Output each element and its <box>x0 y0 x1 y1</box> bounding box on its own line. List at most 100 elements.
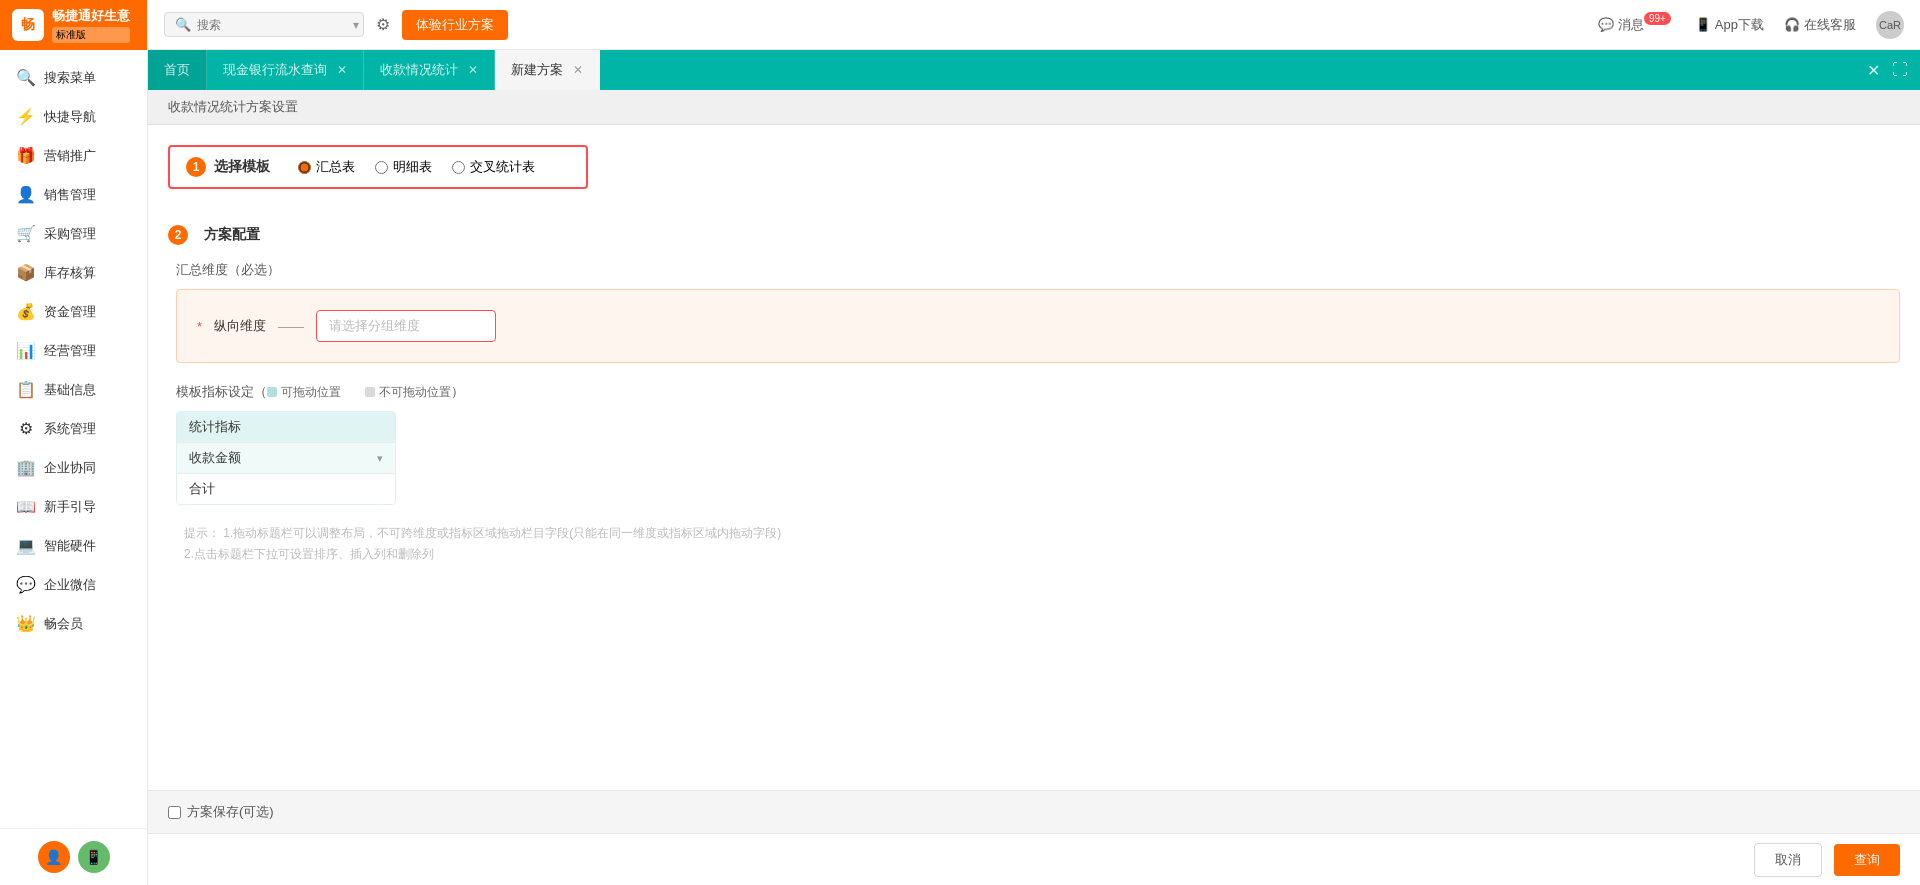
tab-collection-stats-close[interactable]: ✕ <box>468 63 478 77</box>
gear-icon[interactable]: ⚙ <box>376 15 390 34</box>
messages-btn[interactable]: 💬 消息 99+ <box>1598 16 1675 34</box>
search-icon: 🔍 <box>175 17 191 32</box>
section2: 2 方案配置 汇总维度（必选） * 纵向维度 —— 请选择分组维度 <box>168 225 1900 563</box>
section1-title: 选择模板 <box>214 158 270 176</box>
sidebar: 畅 畅捷通好生意 标准版 🔍 搜索菜单 ⚡ 快捷导航 🎁 营销推广 👤 销售管理… <box>0 0 148 885</box>
topbar-search-box[interactable]: 🔍 ▾ <box>164 12 364 37</box>
smart-hw-icon: 💻 <box>16 536 36 555</box>
radio-cross[interactable]: 交叉统计表 <box>452 158 535 176</box>
sidebar-bottom-icon1[interactable]: 👤 <box>38 841 70 873</box>
tab-maximize-icon[interactable]: ⛶ <box>1892 61 1908 79</box>
template-options: 汇总表 明细表 交叉统计表 <box>298 158 535 176</box>
metrics-row-collection[interactable]: 收款金额 ▾ <box>177 442 395 473</box>
content-area: 收款情况统计方案设置 1 选择模板 汇总表 明细表 <box>148 90 1920 833</box>
save-checkbox[interactable] <box>168 806 181 819</box>
save-checkbox-label[interactable]: 方案保存(可选) <box>168 803 274 821</box>
finance-icon: 💰 <box>16 302 36 321</box>
sidebar-bottom-icon2[interactable]: 📱 <box>78 841 110 873</box>
radio-summary[interactable]: 汇总表 <box>298 158 355 176</box>
radio-detail-label: 明细表 <box>393 158 432 176</box>
sidebar-item-label: 销售管理 <box>44 186 96 204</box>
tabs-bar: 首页 现金银行流水查询 ✕ 收款情况统计 ✕ 新建方案 ✕ ✕ ⛶ <box>148 50 1920 90</box>
sidebar-item-sales[interactable]: 👤 销售管理 <box>0 175 147 214</box>
save-label: 方案保存(可选) <box>187 803 274 821</box>
sidebar-item-enterprise[interactable]: 🏢 企业协同 <box>0 448 147 487</box>
sidebar-item-purchase[interactable]: 🛒 采购管理 <box>0 214 147 253</box>
sidebar-item-label: 快捷导航 <box>44 108 96 126</box>
sidebar-item-marketing[interactable]: 🎁 营销推广 <box>0 136 147 175</box>
sidebar-item-quick-nav[interactable]: ⚡ 快捷导航 <box>0 97 147 136</box>
sidebar-item-wechat[interactable]: 💬 企业微信 <box>0 565 147 604</box>
sidebar-item-label: 畅会员 <box>44 615 83 633</box>
sidebar-item-label: 新手引导 <box>44 498 96 516</box>
bottom-actions: 取消 查询 <box>148 833 1920 885</box>
sidebar-item-label: 经营管理 <box>44 342 96 360</box>
tab-bank-flow-label: 现金银行流水查询 <box>223 61 327 79</box>
sidebar-item-label: 基础信息 <box>44 381 96 399</box>
tab-home-label: 首页 <box>164 61 190 79</box>
tab-collection-stats[interactable]: 收款情况统计 ✕ <box>364 50 495 90</box>
sidebar-item-label: 企业协同 <box>44 459 96 477</box>
sidebar-item-member[interactable]: 👑 畅会员 <box>0 604 147 643</box>
metrics-label-close: ） <box>451 383 464 401</box>
tabs-actions: ✕ ⛶ <box>1855 50 1920 90</box>
purchase-icon: 🛒 <box>16 224 36 243</box>
dropdown-icon[interactable]: ▾ <box>377 452 383 465</box>
cancel-button[interactable]: 取消 <box>1754 843 1822 877</box>
sidebar-item-inventory[interactable]: 📦 库存核算 <box>0 253 147 292</box>
sidebar-item-operation[interactable]: 📊 经营管理 <box>0 331 147 370</box>
vertical-dimension-select[interactable]: 请选择分组维度 <box>316 310 496 342</box>
metrics-label: 模板指标设定（ <box>176 383 267 401</box>
sidebar-item-smart-hw[interactable]: 💻 智能硬件 <box>0 526 147 565</box>
sidebar-item-basic-info[interactable]: 📋 基础信息 <box>0 370 147 409</box>
sidebar-nav: 🔍 搜索菜单 ⚡ 快捷导航 🎁 营销推广 👤 销售管理 🛒 采购管理 📦 库存核… <box>0 50 147 828</box>
sales-icon: 👤 <box>16 185 36 204</box>
tab-new-plan[interactable]: 新建方案 ✕ <box>495 50 600 90</box>
form-content: 1 选择模板 汇总表 明细表 交叉统计表 <box>148 125 1920 790</box>
metrics-config: 模板指标设定（ 可拖动位置 不可拖动位置 ） <box>176 383 1900 505</box>
tab-new-plan-close[interactable]: ✕ <box>573 63 583 77</box>
sidebar-item-label: 系统管理 <box>44 420 96 438</box>
tab-bank-flow-close[interactable]: ✕ <box>337 63 347 77</box>
online-service-btn[interactable]: 🎧 在线客服 <box>1784 16 1856 34</box>
logo-text: 畅捷通好生意 标准版 <box>52 7 130 43</box>
industry-btn[interactable]: 体验行业方案 <box>402 10 508 40</box>
sidebar-item-label: 搜索菜单 <box>44 69 96 87</box>
template-selection-box: 1 选择模板 汇总表 明细表 交叉统计表 <box>168 145 588 189</box>
radio-detail-input[interactable] <box>375 161 388 174</box>
app-download-btn[interactable]: 📱 App下载 <box>1695 16 1764 34</box>
tab-bank-flow[interactable]: 现金银行流水查询 ✕ <box>207 50 364 90</box>
system-icon: ⚙ <box>16 419 36 438</box>
radio-cross-input[interactable] <box>452 161 465 174</box>
search-menu-icon: 🔍 <box>16 68 36 87</box>
tab-minimize-icon[interactable]: ✕ <box>1867 61 1880 80</box>
section1-num: 1 <box>186 157 206 177</box>
page-header: 收款情况统计方案设置 <box>148 90 1920 125</box>
tab-new-plan-label: 新建方案 <box>511 61 563 79</box>
legend-movable: 可拖动位置 <box>267 384 341 401</box>
metrics-total-label: 合计 <box>189 481 215 496</box>
vertical-label: 纵向维度 <box>214 317 266 335</box>
sidebar-item-system[interactable]: ⚙ 系统管理 <box>0 409 147 448</box>
search-input[interactable] <box>197 18 347 32</box>
tip-1: 提示： 1.拖动标题栏可以调整布局，不可跨维度或指标区域拖动栏目字段(只能在同一… <box>184 525 1892 542</box>
query-button[interactable]: 查询 <box>1834 844 1900 876</box>
sidebar-item-guide[interactable]: 📖 新手引导 <box>0 487 147 526</box>
sidebar-item-label: 智能硬件 <box>44 537 96 555</box>
tab-home[interactable]: 首页 <box>148 50 207 90</box>
sidebar-logo: 畅 畅捷通好生意 标准版 <box>0 0 147 50</box>
guide-icon: 📖 <box>16 497 36 516</box>
avatar[interactable]: CaR <box>1876 11 1904 39</box>
metrics-row-total: 合计 <box>177 473 395 504</box>
logo-icon: 畅 <box>12 9 44 41</box>
inventory-icon: 📦 <box>16 263 36 282</box>
search-dropdown-icon[interactable]: ▾ <box>353 18 359 32</box>
vertical-dimension-row: * 纵向维度 —— 请选择分组维度 <box>197 310 1879 342</box>
metrics-table: 统计指标 收款金额 ▾ 合计 <box>176 411 396 505</box>
sidebar-item-search[interactable]: 🔍 搜索菜单 <box>0 58 147 97</box>
sidebar-item-finance[interactable]: 💰 资金管理 <box>0 292 147 331</box>
radio-summary-input[interactable] <box>298 161 311 174</box>
message-icon: 💬 <box>1598 17 1614 32</box>
sidebar-item-label: 企业微信 <box>44 576 96 594</box>
radio-detail[interactable]: 明细表 <box>375 158 432 176</box>
